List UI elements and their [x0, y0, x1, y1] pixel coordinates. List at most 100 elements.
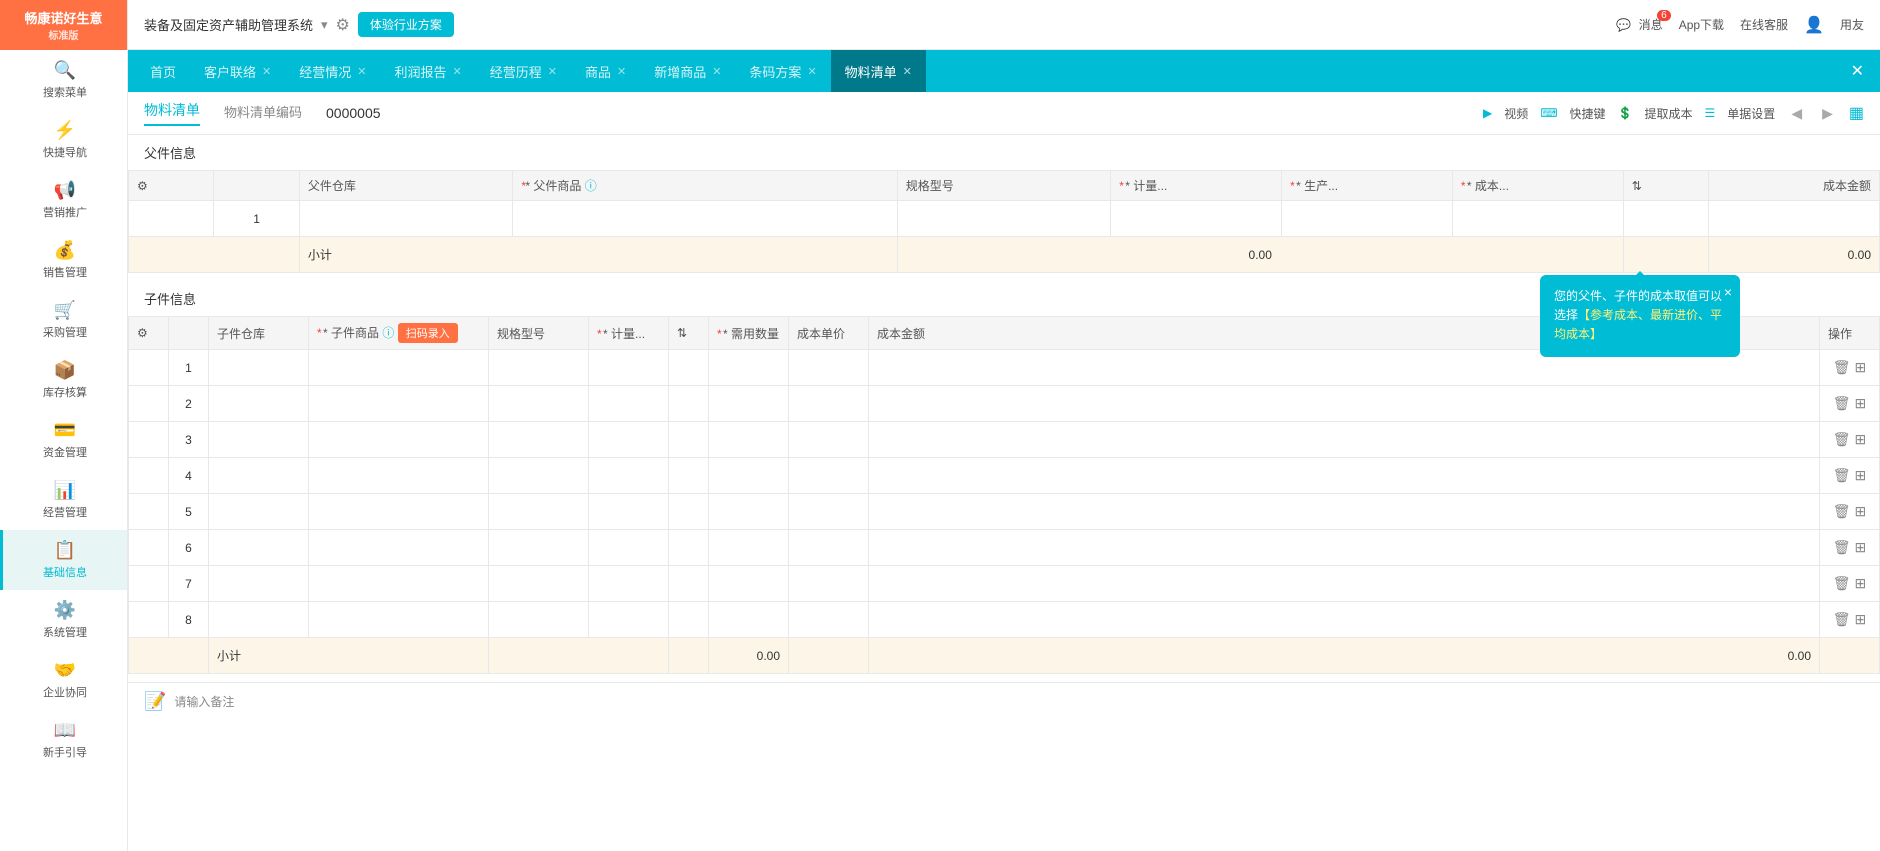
nav-tab-4[interactable]: 经营历程✕ [476, 50, 571, 92]
copy-icon-0[interactable]: ⊞ [1855, 359, 1867, 376]
nav-tab-7[interactable]: 条码方案✕ [735, 50, 830, 92]
grid-view-icon[interactable]: ▦ [1849, 103, 1864, 123]
sidebar-item-7[interactable]: 📊经营管理 [0, 470, 127, 530]
child-row-needed-6[interactable] [709, 566, 789, 602]
sidebar-item-9[interactable]: ⚙️系统管理 [0, 590, 127, 650]
nav-tab-close-1[interactable]: ✕ [262, 65, 271, 78]
child-row-spec-1[interactable] [489, 386, 589, 422]
app-download-link[interactable]: App下载 [1679, 16, 1724, 33]
child-row-unit-3[interactable] [589, 458, 669, 494]
child-row-needed-2[interactable] [709, 422, 789, 458]
copy-icon-2[interactable]: ⊞ [1855, 431, 1867, 448]
sidebar-item-0[interactable]: 🔍搜索菜单 [0, 50, 127, 110]
copy-icon-7[interactable]: ⊞ [1855, 611, 1867, 628]
child-row-unit-1[interactable] [589, 386, 669, 422]
child-row-unit-cost-2[interactable] [789, 422, 869, 458]
view-label[interactable]: 视频 [1504, 105, 1528, 122]
child-row-warehouse-7[interactable] [209, 602, 309, 638]
sidebar-item-10[interactable]: 🤝企业协同 [0, 650, 127, 710]
sidebar-item-11[interactable]: 📖新手引导 [0, 710, 127, 770]
nav-tab-close-2[interactable]: ✕ [357, 65, 366, 78]
parent-row-produce[interactable] [1282, 201, 1453, 237]
child-row-unit-cost-3[interactable] [789, 458, 869, 494]
parent-row-cost[interactable] [1452, 201, 1623, 237]
extract-cost-label[interactable]: 提取成本 [1645, 105, 1693, 122]
child-row-unit-7[interactable] [589, 602, 669, 638]
child-row-spec-7[interactable] [489, 602, 589, 638]
nav-tab-close-6[interactable]: ✕ [712, 65, 721, 78]
sidebar-item-8[interactable]: 📋基础信息 [0, 530, 127, 590]
child-row-product-6[interactable] [309, 566, 489, 602]
child-row-needed-5[interactable] [709, 530, 789, 566]
child-row-unit-cost-5[interactable] [789, 530, 869, 566]
child-row-product-7[interactable] [309, 602, 489, 638]
child-row-unit-cost-0[interactable] [789, 350, 869, 386]
child-row-spec-2[interactable] [489, 422, 589, 458]
child-row-needed-0[interactable] [709, 350, 789, 386]
shortcut-label[interactable]: 快捷键 [1570, 105, 1606, 122]
child-row-spec-0[interactable] [489, 350, 589, 386]
child-col-settings[interactable]: ⚙ [129, 317, 169, 350]
parent-row-spec[interactable] [897, 201, 1111, 237]
child-row-warehouse-2[interactable] [209, 422, 309, 458]
delete-icon-0[interactable]: 🗑 [1833, 359, 1851, 376]
child-row-unit-4[interactable] [589, 494, 669, 530]
single-settings-label[interactable]: 单据设置 [1727, 105, 1775, 122]
child-row-warehouse-3[interactable] [209, 458, 309, 494]
sidebar-item-4[interactable]: 🛒采购管理 [0, 290, 127, 350]
delete-icon-3[interactable]: 🗑 [1833, 467, 1851, 484]
copy-icon-5[interactable]: ⊞ [1855, 539, 1867, 556]
nav-tab-close-3[interactable]: ✕ [453, 65, 462, 78]
child-row-spec-3[interactable] [489, 458, 589, 494]
child-row-unit-cost-4[interactable] [789, 494, 869, 530]
delete-icon-2[interactable]: 🗑 [1833, 431, 1851, 448]
child-row-needed-7[interactable] [709, 602, 789, 638]
nav-tab-close-5[interactable]: ✕ [617, 65, 626, 78]
child-row-warehouse-4[interactable] [209, 494, 309, 530]
parent-row-warehouse[interactable] [299, 201, 513, 237]
nav-tab-0[interactable]: 首页 [136, 50, 190, 92]
parent-col-settings[interactable]: ⚙ [129, 171, 214, 201]
child-row-unit-0[interactable] [589, 350, 669, 386]
child-row-product-0[interactable] [309, 350, 489, 386]
try-industry-button[interactable]: 体验行业方案 [358, 12, 454, 37]
child-row-warehouse-0[interactable] [209, 350, 309, 386]
delete-icon-4[interactable]: 🗑 [1833, 503, 1851, 520]
tooltip-close-icon[interactable]: × [1724, 281, 1732, 303]
nav-tab-8[interactable]: 物料清单✕ [831, 50, 926, 92]
message-wrap[interactable]: 💬 6 消息 [1616, 16, 1662, 33]
sidebar-item-3[interactable]: 💰销售管理 [0, 230, 127, 290]
copy-icon-6[interactable]: ⊞ [1855, 575, 1867, 592]
parent-row-product[interactable] [513, 201, 897, 237]
dropdown-arrow-icon[interactable]: ▾ [321, 17, 328, 33]
nav-tab-6[interactable]: 新增商品✕ [640, 50, 735, 92]
page-tab-bom[interactable]: 物料清单 [144, 100, 200, 126]
sidebar-item-6[interactable]: 💳资金管理 [0, 410, 127, 470]
nav-tab-close-7[interactable]: ✕ [807, 65, 816, 78]
next-arrow-icon[interactable]: ▶ [1818, 105, 1837, 122]
child-row-needed-1[interactable] [709, 386, 789, 422]
child-row-needed-3[interactable] [709, 458, 789, 494]
child-row-product-3[interactable] [309, 458, 489, 494]
delete-icon-5[interactable]: 🗑 [1833, 539, 1851, 556]
nav-tab-1[interactable]: 客户联络✕ [190, 50, 285, 92]
child-row-unit-cost-1[interactable] [789, 386, 869, 422]
child-row-unit-2[interactable] [589, 422, 669, 458]
parent-row-unit[interactable] [1111, 201, 1282, 237]
child-row-product-1[interactable] [309, 386, 489, 422]
settings-icon[interactable]: ⚙ [336, 15, 350, 35]
copy-icon-4[interactable]: ⊞ [1855, 503, 1867, 520]
child-row-unit-6[interactable] [589, 566, 669, 602]
prev-arrow-icon[interactable]: ◀ [1787, 105, 1806, 122]
child-row-warehouse-5[interactable] [209, 530, 309, 566]
sidebar-item-2[interactable]: 📢营销推广 [0, 170, 127, 230]
online-service-link[interactable]: 在线客服 [1740, 16, 1788, 33]
child-row-warehouse-1[interactable] [209, 386, 309, 422]
copy-icon-3[interactable]: ⊞ [1855, 467, 1867, 484]
delete-icon-7[interactable]: 🗑 [1833, 611, 1851, 628]
nav-tab-5[interactable]: 商品✕ [571, 50, 640, 92]
child-row-spec-6[interactable] [489, 566, 589, 602]
child-row-unit-cost-6[interactable] [789, 566, 869, 602]
delete-icon-1[interactable]: 🗑 [1833, 395, 1851, 412]
child-row-unit-5[interactable] [589, 530, 669, 566]
